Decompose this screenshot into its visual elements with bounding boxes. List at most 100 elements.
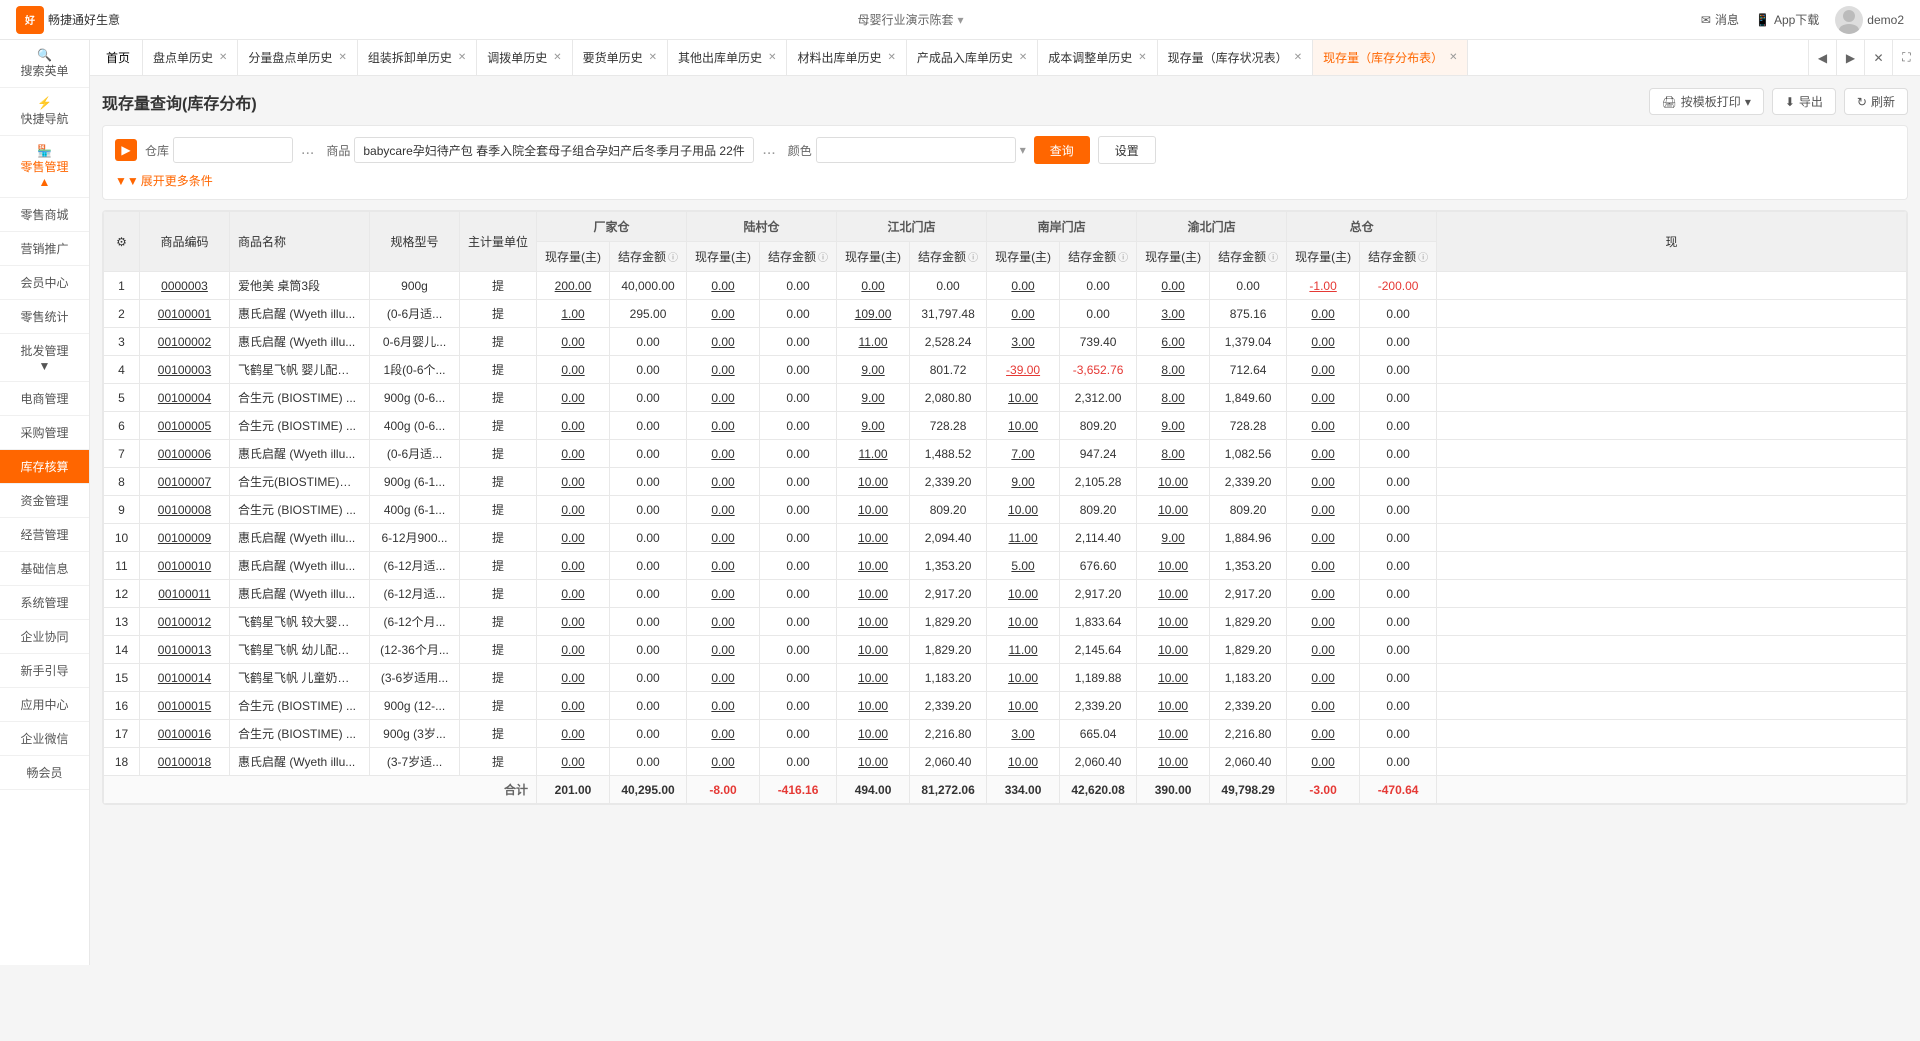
cell-code[interactable]: 00100007: [140, 468, 230, 496]
sidebar-item-operation[interactable]: 经营管理: [0, 518, 89, 552]
cell-warehouse-stock[interactable]: 0.00: [687, 664, 760, 692]
cell-code[interactable]: 00100003: [140, 356, 230, 384]
cell-code[interactable]: 00100011: [140, 580, 230, 608]
nav-close-all-btn[interactable]: ✕: [1864, 40, 1892, 76]
close-icon-0[interactable]: ✕: [219, 52, 227, 63]
cell-warehouse-stock[interactable]: 0.00: [687, 384, 760, 412]
cell-total-stock[interactable]: 0.00: [1287, 524, 1360, 552]
sidebar-item-member[interactable]: 会员中心: [0, 266, 89, 300]
cell-jiangbei-stock[interactable]: 109.00: [837, 300, 910, 328]
cell-factory-stock[interactable]: 0.00: [537, 692, 610, 720]
cell-yuebei-stock[interactable]: 10.00: [1137, 496, 1210, 524]
cell-yuebei-stock[interactable]: 10.00: [1137, 720, 1210, 748]
cell-warehouse-stock[interactable]: 0.00: [687, 552, 760, 580]
cell-warehouse-stock[interactable]: 0.00: [687, 496, 760, 524]
cell-factory-stock[interactable]: 0.00: [537, 608, 610, 636]
cell-jiangbei-stock[interactable]: 9.00: [837, 356, 910, 384]
close-icon-4[interactable]: ✕: [649, 52, 657, 63]
close-icon-10[interactable]: ✕: [1449, 52, 1457, 63]
cell-warehouse-stock[interactable]: 0.00: [687, 692, 760, 720]
cell-code[interactable]: 00100001: [140, 300, 230, 328]
cell-total-stock[interactable]: -1.00: [1287, 272, 1360, 300]
cell-nanan-stock[interactable]: 3.00: [987, 328, 1060, 356]
cell-code[interactable]: 00100008: [140, 496, 230, 524]
settings-btn[interactable]: 设置: [1098, 136, 1156, 164]
cell-jiangbei-stock[interactable]: 10.00: [837, 468, 910, 496]
close-icon-3[interactable]: ✕: [553, 52, 561, 63]
sidebar-item-basic[interactable]: 基础信息: [0, 552, 89, 586]
cell-factory-stock[interactable]: 0.00: [537, 524, 610, 552]
sidebar-item-retail-stats[interactable]: 零售统计: [0, 300, 89, 334]
cell-factory-stock[interactable]: 0.00: [537, 720, 610, 748]
cell-warehouse-stock[interactable]: 0.00: [687, 720, 760, 748]
cell-yuebei-stock[interactable]: 9.00: [1137, 412, 1210, 440]
cell-nanan-stock[interactable]: 7.00: [987, 440, 1060, 468]
sidebar-item-finance[interactable]: 资金管理: [0, 484, 89, 518]
cell-nanan-stock[interactable]: 10.00: [987, 608, 1060, 636]
cell-factory-stock[interactable]: 0.00: [537, 580, 610, 608]
cell-jiangbei-stock[interactable]: 10.00: [837, 580, 910, 608]
warehouse-input[interactable]: [173, 137, 293, 163]
top-bar-nav-label[interactable]: 母婴行业演示陈套 ▾: [857, 11, 963, 28]
cell-yuebei-stock[interactable]: 10.00: [1137, 552, 1210, 580]
cell-yuebei-stock[interactable]: 8.00: [1137, 384, 1210, 412]
cell-nanan-stock[interactable]: -39.00: [987, 356, 1060, 384]
sidebar-item-mall[interactable]: 零售商城: [0, 198, 89, 232]
cell-total-stock[interactable]: 0.00: [1287, 300, 1360, 328]
tab-assembly[interactable]: 组装拆卸单历史 ✕: [358, 40, 477, 76]
close-icon-9[interactable]: ✕: [1294, 52, 1302, 63]
color-dropdown-icon[interactable]: ▾: [1020, 143, 1026, 157]
cell-code[interactable]: 00100005: [140, 412, 230, 440]
cell-yuebei-stock[interactable]: 8.00: [1137, 440, 1210, 468]
cell-jiangbei-stock[interactable]: 10.00: [837, 664, 910, 692]
cell-jiangbei-stock[interactable]: 10.00: [837, 720, 910, 748]
cell-yuebei-stock[interactable]: 10.00: [1137, 468, 1210, 496]
cell-jiangbei-stock[interactable]: 9.00: [837, 412, 910, 440]
cell-nanan-stock[interactable]: 10.00: [987, 496, 1060, 524]
cell-warehouse-stock[interactable]: 0.00: [687, 440, 760, 468]
nav-next-btn[interactable]: ▶: [1836, 40, 1864, 76]
cell-jiangbei-stock[interactable]: 11.00: [837, 328, 910, 356]
close-icon-2[interactable]: ✕: [458, 52, 466, 63]
tab-material-outstock[interactable]: 材料出库单历史 ✕: [787, 40, 906, 76]
th-settings[interactable]: ⚙: [104, 212, 140, 272]
goods-ellipsis-btn[interactable]: ...: [758, 141, 779, 159]
cell-nanan-stock[interactable]: 0.00: [987, 300, 1060, 328]
expand-more-btn[interactable]: ▼▼ 展开更多条件: [115, 172, 1895, 189]
cell-code[interactable]: 00100013: [140, 636, 230, 664]
settings-icon[interactable]: ⚙: [116, 235, 127, 249]
cell-nanan-stock[interactable]: 5.00: [987, 552, 1060, 580]
cell-factory-stock[interactable]: 0.00: [537, 356, 610, 384]
cell-warehouse-stock[interactable]: 0.00: [687, 412, 760, 440]
sidebar-item-member2[interactable]: 畅会员: [0, 756, 89, 790]
cell-total-stock[interactable]: 0.00: [1287, 664, 1360, 692]
cell-factory-stock[interactable]: 0.00: [537, 440, 610, 468]
user-area[interactable]: demo2: [1835, 6, 1904, 34]
cell-factory-stock[interactable]: 0.00: [537, 328, 610, 356]
expand-arrow-btn[interactable]: ▶: [115, 139, 137, 161]
tab-stock-dist[interactable]: 现存量（库存分布表） ✕: [1313, 40, 1468, 76]
export-btn[interactable]: ⬇ 导出: [1772, 88, 1836, 115]
cell-code[interactable]: 00100016: [140, 720, 230, 748]
cell-factory-stock[interactable]: 0.00: [537, 748, 610, 776]
cell-warehouse-stock[interactable]: 0.00: [687, 524, 760, 552]
cell-nanan-stock[interactable]: 10.00: [987, 580, 1060, 608]
close-icon-6[interactable]: ✕: [887, 52, 895, 63]
cell-factory-stock[interactable]: 1.00: [537, 300, 610, 328]
cell-total-stock[interactable]: 0.00: [1287, 440, 1360, 468]
sidebar-item-marketing[interactable]: 营销推广: [0, 232, 89, 266]
cell-yuebei-stock[interactable]: 0.00: [1137, 272, 1210, 300]
tab-transfer[interactable]: 调拨单历史 ✕: [477, 40, 572, 76]
tab-product-instock[interactable]: 产成品入库单历史 ✕: [907, 40, 1038, 76]
cell-factory-stock[interactable]: 0.00: [537, 468, 610, 496]
cell-total-stock[interactable]: 0.00: [1287, 328, 1360, 356]
cell-warehouse-stock[interactable]: 0.00: [687, 580, 760, 608]
cell-warehouse-stock[interactable]: 0.00: [687, 356, 760, 384]
cell-total-stock[interactable]: 0.00: [1287, 356, 1360, 384]
sidebar-item-search[interactable]: 🔍 搜索英单: [0, 40, 89, 88]
tab-stock-status[interactable]: 现存量（库存状况表） ✕: [1158, 40, 1313, 76]
tab-inventory-history[interactable]: 盘点单历史 ✕: [143, 40, 238, 76]
cell-jiangbei-stock[interactable]: 10.00: [837, 524, 910, 552]
cell-factory-stock[interactable]: 0.00: [537, 384, 610, 412]
sidebar-item-purchase[interactable]: 采购管理: [0, 416, 89, 450]
